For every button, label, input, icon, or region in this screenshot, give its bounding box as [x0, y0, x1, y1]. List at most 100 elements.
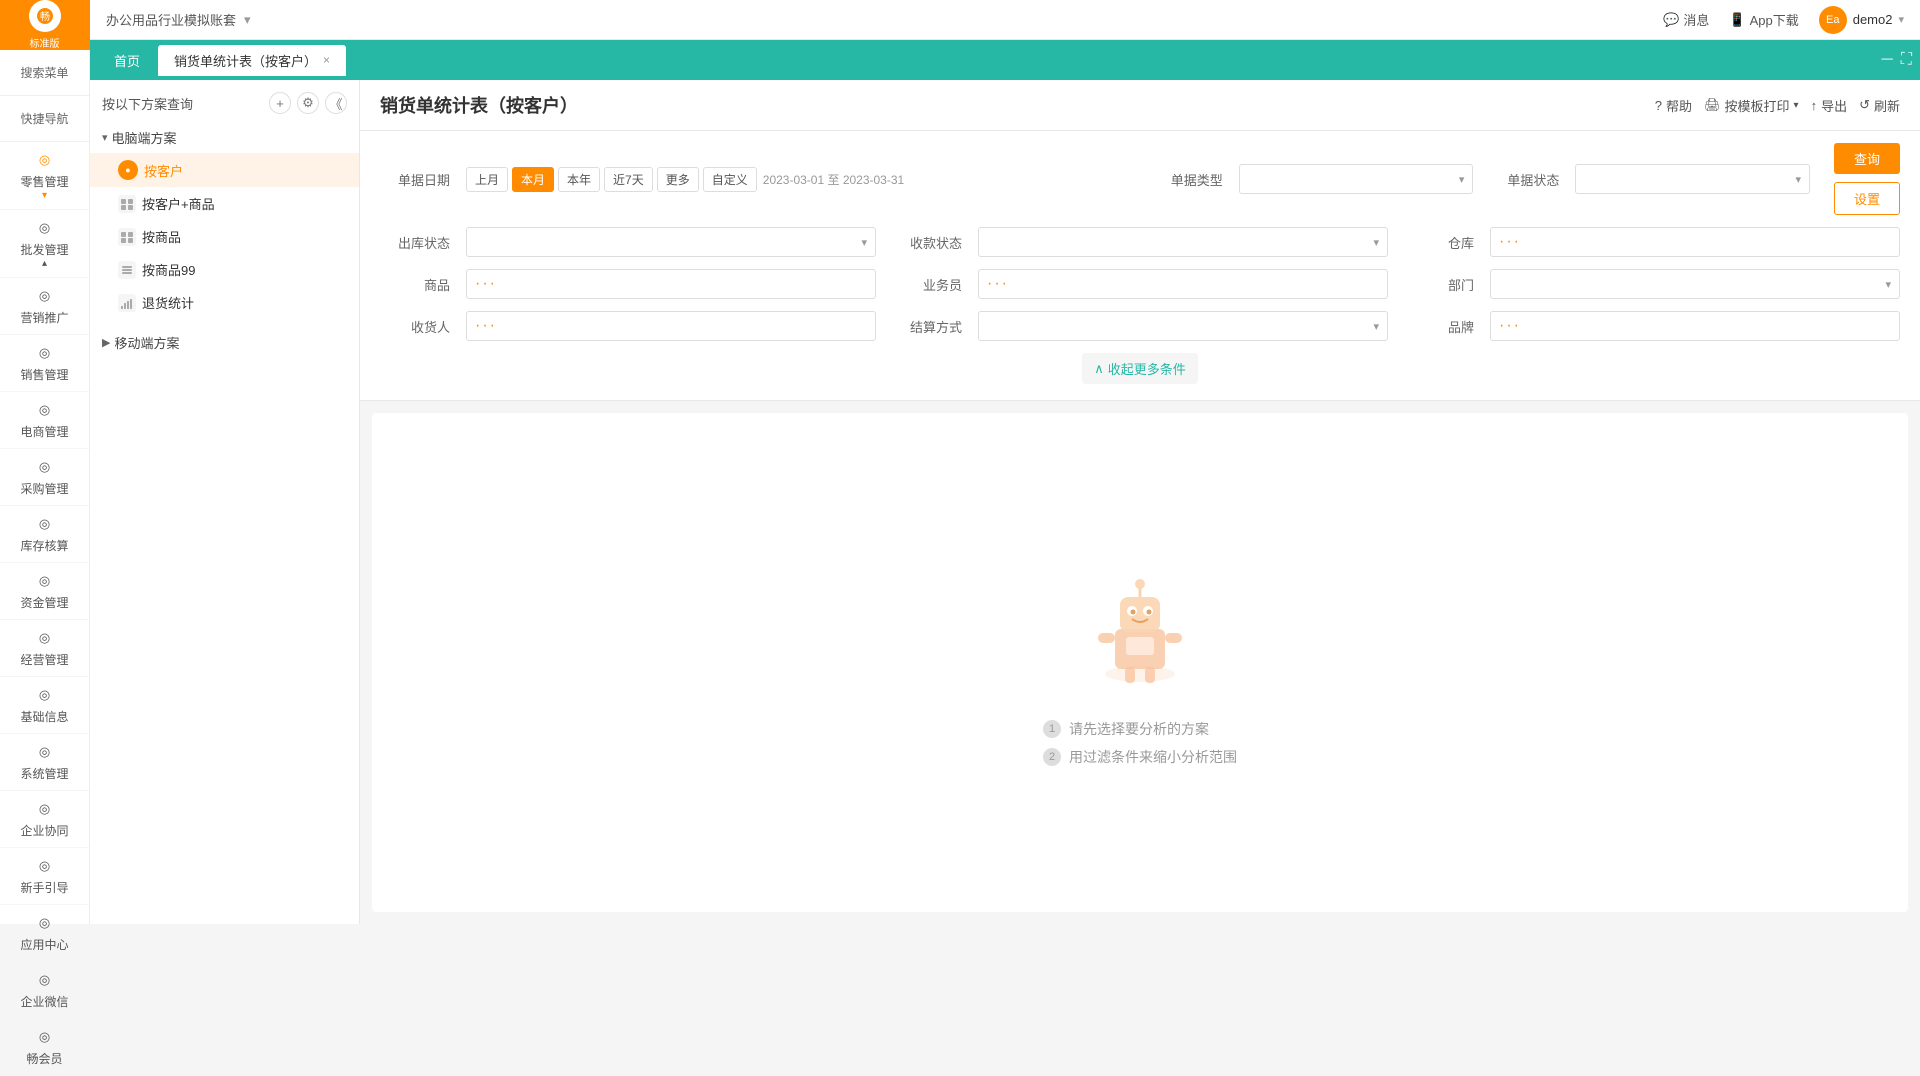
ecommerce-icon: ◎	[35, 400, 55, 420]
brand-label: 品牌	[1404, 317, 1474, 336]
export-btn[interactable]: ↑ 导出	[1811, 96, 1848, 115]
by-customer-icon: ●	[118, 160, 138, 180]
out-status-select[interactable]: ▾	[466, 227, 876, 257]
sidebar-item-system[interactable]: ◎ 系统管理	[0, 734, 89, 791]
empty-tips: 1 请先选择要分析的方案 2 用过滤条件来缩小分析范围	[1043, 719, 1237, 767]
tab-close-btn[interactable]: ×	[323, 53, 330, 67]
enterprise-label: 企业协同	[20, 822, 68, 839]
empty-illustration-svg	[1070, 559, 1210, 699]
sidebar-item-appcenter[interactable]: ◎ 应用中心	[0, 905, 89, 962]
add-scheme-btn[interactable]: +	[269, 92, 291, 114]
warehouse-select[interactable]: ···	[1490, 227, 1900, 257]
doc-status-select[interactable]: ▾	[1575, 164, 1810, 194]
desktop-scheme-group: ▾ 电脑端方案 ● 按客户 按客户+商品 按商	[90, 122, 359, 319]
department-select[interactable]: ▾	[1490, 269, 1900, 299]
user-dropdown-arrow: ▾	[1898, 13, 1904, 26]
ecommerce-label: 电商管理	[20, 423, 68, 440]
query-button[interactable]: 查询	[1834, 143, 1900, 174]
tab-bar-right: ─ ⛶	[1881, 51, 1912, 69]
collapse-label: 收起更多条件	[1108, 359, 1186, 378]
sidebar-item-purchase[interactable]: ◎ 采购管理	[0, 449, 89, 506]
desktop-group-header[interactable]: ▾ 电脑端方案	[90, 122, 359, 153]
scheme-item-by-goods-99[interactable]: 按商品99	[90, 253, 359, 286]
warehouse-label: 仓库	[1404, 233, 1474, 252]
settings-scheme-btn[interactable]: ⚙	[297, 92, 319, 114]
sidebar-item-member[interactable]: ◎ 畅会员	[0, 1019, 89, 1076]
sidebar-item-basic[interactable]: ◎ 基础信息	[0, 677, 89, 734]
mobile-group-header[interactable]: ▶ 移动端方案	[90, 327, 359, 358]
sidebar-quicknav-section: 快捷导航	[0, 96, 89, 142]
payment-status-select[interactable]: ▾	[978, 227, 1388, 257]
by-goods-icon	[118, 228, 136, 246]
refresh-btn[interactable]: ↺ 刷新	[1859, 96, 1900, 115]
settlement-arrow: ▾	[1373, 320, 1379, 333]
doc-status-arrow: ▾	[1795, 173, 1801, 186]
settlement-select[interactable]: ▾	[978, 311, 1388, 341]
sidebar-item-enterprise[interactable]: ◎ 企业协同	[0, 791, 89, 848]
app-logo[interactable]: 畅 标准版	[0, 0, 90, 50]
sidebar-item-management[interactable]: ◎ 经营管理	[0, 620, 89, 677]
date-btn-7days[interactable]: 近7天	[604, 167, 653, 192]
date-btn-more[interactable]: 更多	[657, 167, 699, 192]
date-btn-custom[interactable]: 自定义	[703, 167, 757, 192]
filter-row-3: 商品 ··· 业务员 ··· 部门 ▾	[380, 269, 1900, 299]
tip-text-2: 用过滤条件来缩小分析范围	[1069, 747, 1237, 767]
sidebar-item-ecommerce[interactable]: ◎ 电商管理	[0, 392, 89, 449]
sidebar-item-guide[interactable]: ◎ 新手引导	[0, 848, 89, 905]
scheme-item-by-customer-goods[interactable]: 按客户+商品	[90, 187, 359, 220]
date-btn-this-month[interactable]: 本月	[512, 167, 554, 192]
sidebar-item-wholesale[interactable]: ◎ 批发管理 ▴	[0, 210, 89, 278]
page-actions: ? 帮助 🖨 按模板打印 ▾ ↑ 导出 ↺	[1655, 96, 1900, 115]
search-menu-btn[interactable]: 搜索菜单	[20, 58, 68, 87]
industry-dropdown-arrow[interactable]: ▾	[244, 12, 251, 28]
goods-select[interactable]: ···	[466, 269, 876, 299]
sidebar-item-wechat[interactable]: ◎ 企业微信	[0, 962, 89, 1019]
tab-maximize-btn[interactable]: ⛶	[1901, 51, 1912, 69]
tip-num-1: 1	[1043, 720, 1061, 738]
top-header: 办公用品行业模拟账套 ▾ 💬 消息 📱 App下载 Ea demo2 ▾	[90, 0, 1920, 40]
sidebar-item-sales[interactable]: ◎ 销售管理	[0, 335, 89, 392]
quick-nav-btn[interactable]: 快捷导航	[20, 104, 68, 133]
scheme-item-by-customer[interactable]: ● 按客户	[90, 153, 359, 187]
date-btn-this-year[interactable]: 本年	[558, 167, 600, 192]
template-print-btn[interactable]: 🖨 按模板打印 ▾	[1704, 96, 1799, 115]
app-download-icon: 📱	[1729, 12, 1745, 28]
management-icon: ◎	[35, 628, 55, 648]
tip-num-2: 2	[1043, 748, 1061, 766]
sidebar-item-finance[interactable]: ◎ 资金管理	[0, 563, 89, 620]
date-btn-last-month[interactable]: 上月	[466, 167, 508, 192]
tab-active[interactable]: 销货单统计表（按客户） ×	[158, 45, 346, 76]
filter-row-1: 单据日期 上月 本月 本年 近7天 更多 自定义 2023-03-01 至 20…	[380, 143, 1900, 215]
sidebar-item-marketing[interactable]: ◎ 营销推广	[0, 278, 89, 335]
help-btn[interactable]: ? 帮助	[1655, 96, 1692, 115]
empty-state: 1 请先选择要分析的方案 2 用过滤条件来缩小分析范围	[372, 413, 1908, 912]
scheme-item-by-goods[interactable]: 按商品	[90, 220, 359, 253]
user-section[interactable]: Ea demo2 ▾	[1819, 6, 1904, 34]
sidebar-item-inventory[interactable]: ◎ 库存核算	[0, 506, 89, 563]
tab-home[interactable]: 首页	[98, 45, 156, 76]
basic-label: 基础信息	[20, 708, 68, 725]
scheme-item-return-stats[interactable]: 退货统计	[90, 286, 359, 319]
print-dropdown-arrow: ▾	[1794, 100, 1799, 111]
recipient-select[interactable]: ···	[466, 311, 876, 341]
salesperson-select[interactable]: ···	[978, 269, 1388, 299]
collapse-filter-btn[interactable]: ∧ 收起更多条件	[1082, 353, 1198, 384]
left-panel-actions: + ⚙ 《	[269, 92, 347, 114]
message-btn[interactable]: 💬 消息	[1663, 10, 1709, 29]
app-download-btn[interactable]: 📱 App下载	[1729, 10, 1798, 29]
return-stats-label: 退货统计	[142, 293, 194, 312]
page-header-top: 销货单统计表（按客户） ? 帮助 🖨 按模板打印 ▾ ↑	[380, 92, 1900, 118]
appcenter-icon: ◎	[35, 913, 55, 933]
retail-label: 零售管理	[20, 173, 68, 190]
app-subtitle: 标准版	[30, 35, 60, 50]
sidebar-item-retail[interactable]: ◎ 零售管理 ▾	[0, 142, 89, 210]
main-area: 办公用品行业模拟账套 ▾ 💬 消息 📱 App下载 Ea demo2 ▾ 首页	[90, 0, 1920, 924]
collapse-panel-btn[interactable]: 《	[325, 92, 347, 114]
brand-select[interactable]: ···	[1490, 311, 1900, 341]
tab-minimize-btn[interactable]: ─	[1881, 51, 1892, 69]
goods-dots: ···	[475, 275, 497, 293]
refresh-icon: ↺	[1859, 97, 1870, 113]
date-shortcuts: 上月 本月 本年 近7天 更多 自定义	[466, 167, 757, 192]
settings-button[interactable]: 设置	[1834, 182, 1900, 215]
doc-type-select[interactable]: ▾	[1239, 164, 1474, 194]
